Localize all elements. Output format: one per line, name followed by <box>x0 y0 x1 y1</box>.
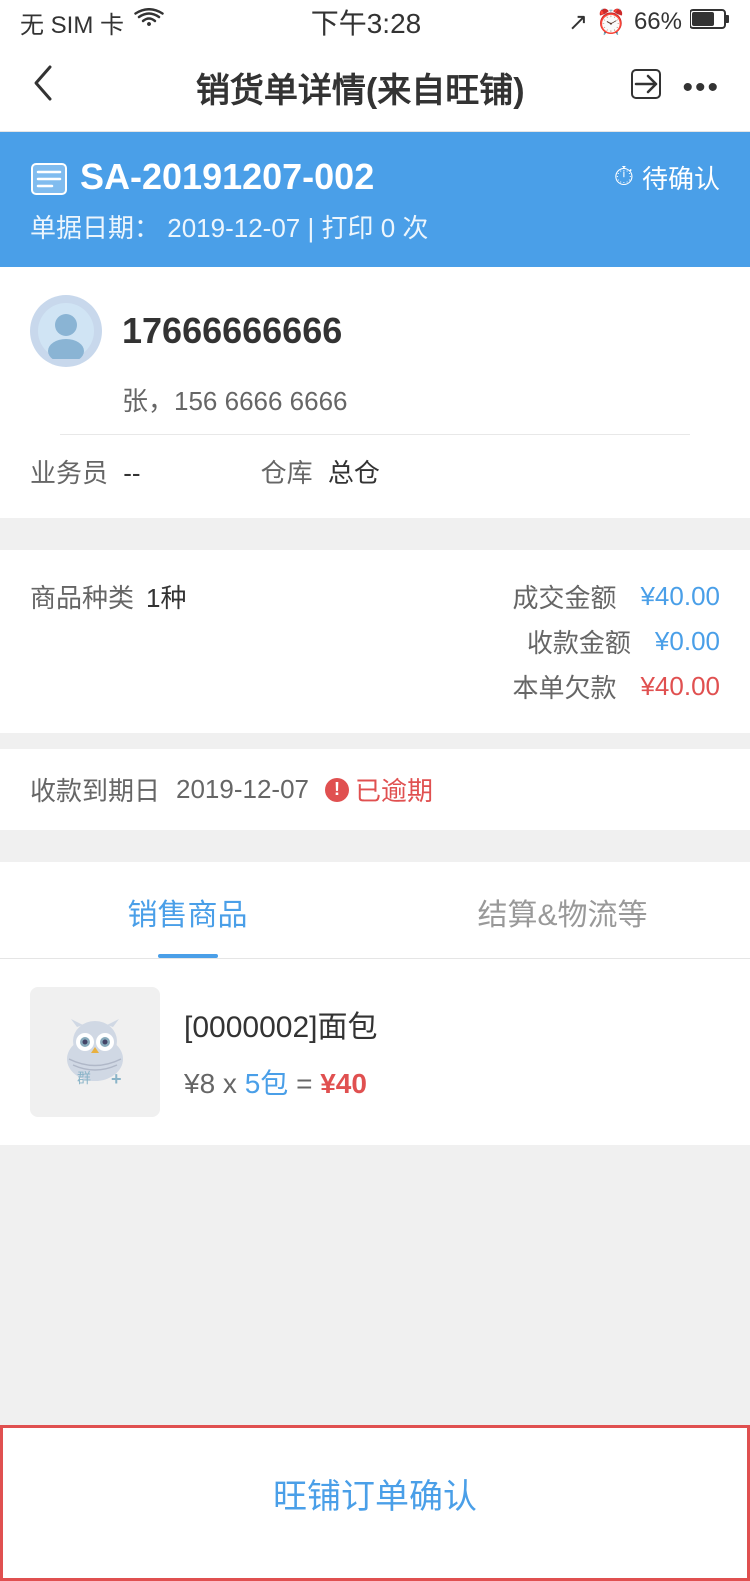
warehouse-label: 仓库 <box>261 458 313 488</box>
product-list: + 群 [0000002]面包 ¥8 x 5包 = ¥40 <box>0 959 750 1145</box>
receipt-amount: ¥0.00 <box>655 626 720 657</box>
section-divider-1 <box>0 534 750 550</box>
customer-phone: 17666666666 <box>122 310 342 352</box>
product-count-label: 商品种类 <box>30 578 134 615</box>
svg-text:群: 群 <box>77 1070 91 1086</box>
product-price-formula: ¥8 x 5包 = ¥40 <box>184 1062 720 1102</box>
status-bar-left: 无 SIM 卡 <box>20 5 164 40</box>
tab-underline <box>158 954 218 958</box>
customer-card: 17666666666 张，156 6666 6666 业务员 -- 仓库 总仓 <box>0 267 750 518</box>
receipt-label: 收款金额 <box>527 623 631 660</box>
tab-products[interactable]: 销售商品 <box>0 862 375 958</box>
product-count-row: 商品种类 1种 <box>30 578 325 615</box>
alarm-icon: ⏰ <box>596 8 626 37</box>
product-info: [0000002]面包 ¥8 x 5包 = ¥40 <box>184 1002 720 1102</box>
summary-card: 商品种类 1种 成交金额 ¥40.00 收款金额 ¥0.00 本单欠款 ¥40.… <box>0 550 750 733</box>
back-button[interactable] <box>30 63 90 113</box>
deal-amount: ¥40.00 <box>640 581 720 612</box>
deal-amount-row: 成交金额 ¥40.00 <box>512 578 720 615</box>
order-date-line: 单据日期： 2019-12-07 | 打印 0 次 <box>30 208 720 245</box>
order-id: SA-20191207-002 <box>30 156 374 198</box>
nav-actions: ••• <box>630 68 720 108</box>
table-row: + 群 [0000002]面包 ¥8 x 5包 = ¥40 <box>0 959 750 1145</box>
more-icon[interactable]: ••• <box>682 71 720 105</box>
order-number: SA-20191207-002 <box>80 156 374 198</box>
order-status: ⏱ 待确认 <box>614 159 720 196</box>
svg-text:+: + <box>111 1069 122 1087</box>
status-text: 待确认 <box>642 159 720 196</box>
receipt-amount-row: 收款金额 ¥0.00 <box>527 623 720 660</box>
amounts: 成交金额 ¥40.00 收款金额 ¥0.00 本单欠款 ¥40.00 <box>365 578 720 705</box>
share-icon[interactable] <box>630 68 662 108</box>
due-date-value: 2019-12-07 <box>176 774 309 805</box>
sales-meta: 业务员 -- <box>30 453 141 490</box>
debt-amount-row: 本单欠款 ¥40.00 <box>512 668 720 705</box>
due-date-label: 收款到期日 <box>30 771 160 808</box>
sales-label: 业务员 <box>30 458 108 488</box>
customer-name-phone: 张，156 6666 6666 <box>30 381 720 418</box>
product-name: [0000002]面包 <box>184 1002 720 1046</box>
order-icon <box>30 156 68 198</box>
wifi-icon <box>134 8 164 37</box>
status-bar-time: 下午3:28 <box>311 2 422 42</box>
warehouse-meta: 仓库 总仓 <box>261 453 380 490</box>
warehouse-value: 总仓 <box>328 458 380 488</box>
due-date-card: 收款到期日 2019-12-07 ! 已逾期 <box>0 749 750 830</box>
price-qty: ¥8 x <box>184 1068 245 1099</box>
overdue-text: 已逾期 <box>355 771 433 808</box>
tabs-bar: 销售商品 结算&物流等 <box>0 862 750 959</box>
overdue-badge: ! 已逾期 <box>325 771 433 808</box>
product-thumbnail: + 群 <box>30 987 160 1117</box>
deal-label: 成交金额 <box>512 578 616 615</box>
date-separator: | <box>307 213 321 243</box>
order-date: 2019-12-07 <box>167 213 300 243</box>
battery-icon <box>690 8 730 37</box>
section-divider-2 <box>0 733 750 749</box>
clock-icon: ⏱ <box>614 161 634 193</box>
battery-text: 66% <box>634 8 682 36</box>
overdue-dot: ! <box>325 778 349 802</box>
sales-value: -- <box>123 458 140 488</box>
print-text: 打印 0 次 <box>321 213 428 243</box>
nav-bar: 销货单详情(来自旺铺) ••• <box>0 44 750 132</box>
debt-label: 本单欠款 <box>512 668 616 705</box>
status-bar: 无 SIM 卡 下午3:28 ↗ ⏰ 66% <box>0 0 750 44</box>
status-bar-right: ↗ ⏰ 66% <box>568 8 730 37</box>
confirm-order-button[interactable]: 旺铺订单确认 <box>33 1448 717 1538</box>
page-title: 销货单详情(来自旺铺) <box>90 63 630 112</box>
debt-amount: ¥40.00 <box>640 671 720 702</box>
date-label: 单据日期： <box>30 213 160 243</box>
avatar <box>30 295 102 367</box>
empty-area <box>0 1145 750 1425</box>
customer-meta: 业务员 -- 仓库 总仓 <box>30 435 720 490</box>
bottom-button-area: 旺铺订单确认 <box>0 1425 750 1581</box>
order-header: SA-20191207-002 ⏱ 待确认 单据日期： 2019-12-07 |… <box>0 132 750 267</box>
location-icon: ↗ <box>568 8 588 37</box>
product-count-value: 1种 <box>146 578 186 615</box>
price-highlight: 5包 <box>245 1068 289 1099</box>
section-divider-3 <box>0 830 750 846</box>
price-total: ¥40 <box>320 1068 367 1099</box>
no-sim-text: 无 SIM 卡 <box>20 5 124 40</box>
tab-settlement[interactable]: 结算&物流等 <box>375 862 750 958</box>
